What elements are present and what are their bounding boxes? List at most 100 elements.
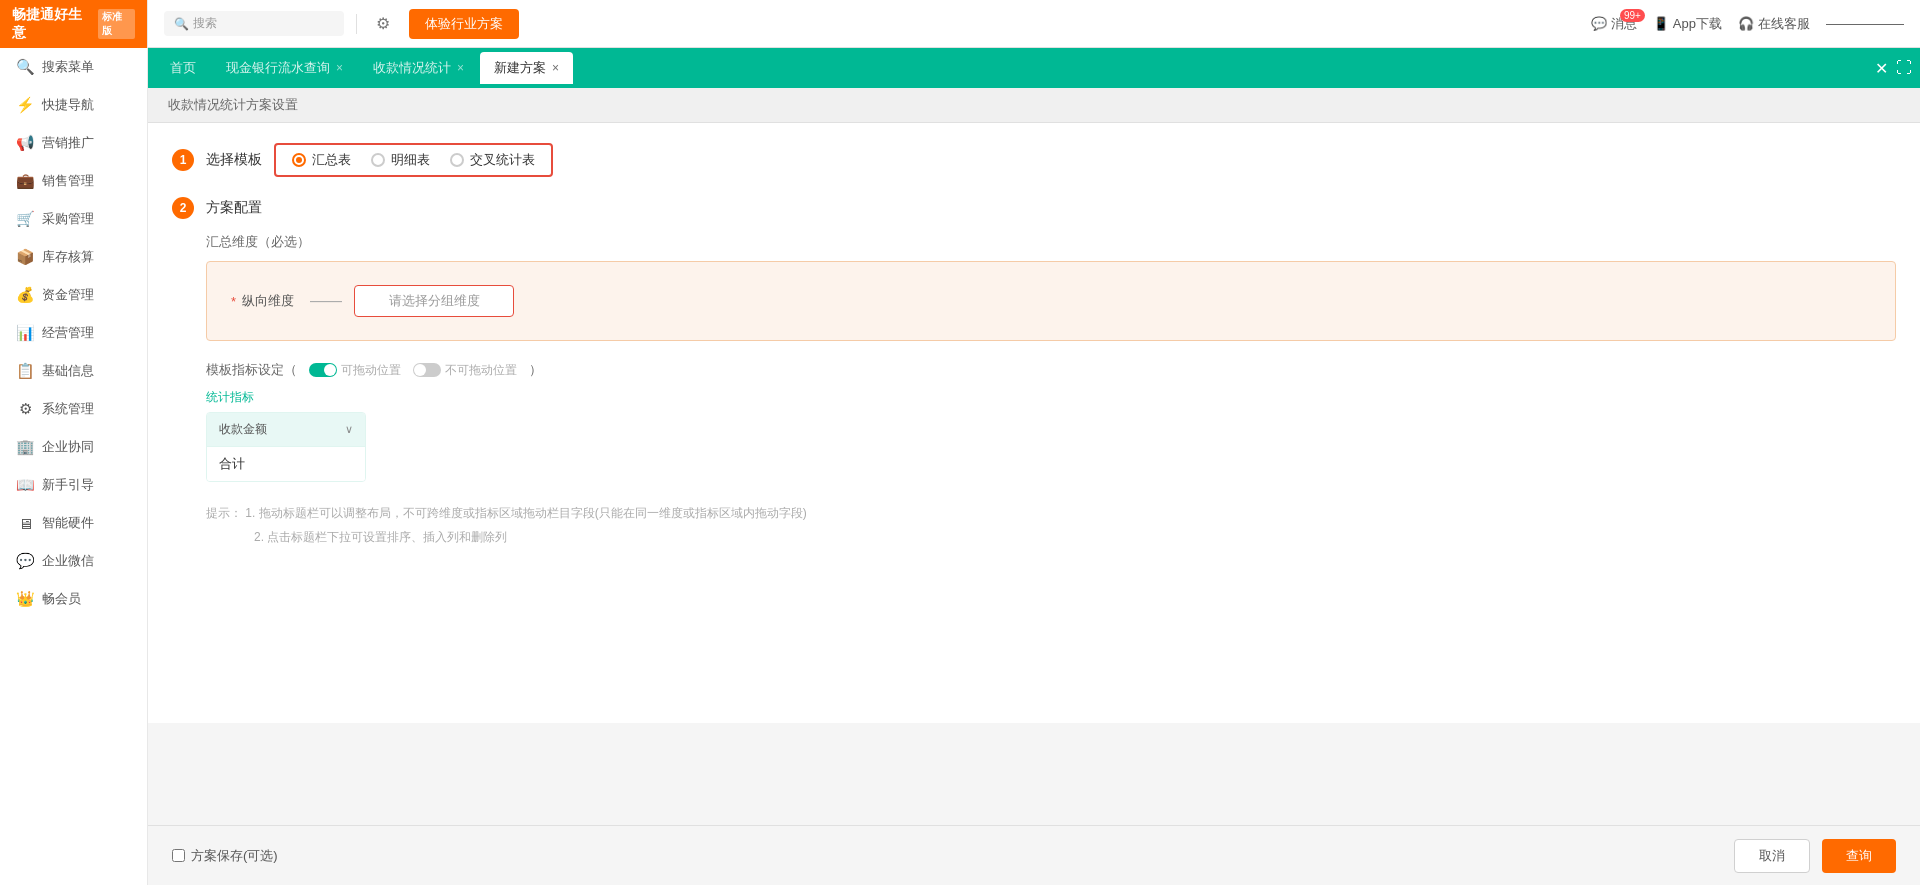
sidebar-label-1: 快捷导航 xyxy=(42,96,94,114)
save-checkbox-input[interactable] xyxy=(172,849,185,862)
draggable-switch[interactable] xyxy=(309,363,337,377)
topbar-right: 💬 消息 99+ 📱 App下载 🎧 在线客服 —————— xyxy=(1591,15,1904,33)
sidebar-item-14[interactable]: 👑 畅会员 xyxy=(0,580,147,618)
tab-close-3[interactable]: × xyxy=(552,61,559,75)
sidebar-item-6[interactable]: 💰 资金管理 xyxy=(0,276,147,314)
sidebar-item-1[interactable]: ⚡ 快捷导航 xyxy=(0,86,147,124)
maximize-icon[interactable]: ⛶ xyxy=(1896,59,1912,77)
tab-close-2[interactable]: × xyxy=(457,61,464,75)
radio-summary-circle xyxy=(292,153,306,167)
topbar: 🔍 搜索 ⚙ 体验行业方案 💬 消息 99+ 📱 App下载 🎧 在线客服 ——… xyxy=(148,0,1920,48)
radio-detail[interactable]: 明细表 xyxy=(371,151,430,169)
app-version: 标准版 xyxy=(98,9,135,39)
sidebar-item-12[interactable]: 🖥 智能硬件 xyxy=(0,504,147,542)
tab-item-2[interactable]: 收款情况统计 × xyxy=(359,52,478,84)
user-item[interactable]: —————— xyxy=(1826,16,1904,31)
step2-row: 2 方案配置 xyxy=(172,197,1896,219)
sidebar-label-13: 企业微信 xyxy=(42,552,94,570)
sidebar-item-7[interactable]: 📊 经营管理 xyxy=(0,314,147,352)
indicator-section: 模板指标设定（ 可拖动位置 不可拖动位置 ） 统计指标 xyxy=(206,361,1896,485)
sidebar-icon-5: 📦 xyxy=(16,248,34,266)
notification-badge: 99+ xyxy=(1620,9,1645,22)
user-label: —————— xyxy=(1826,16,1904,31)
sidebar-item-0[interactable]: 🔍 搜索菜单 xyxy=(0,48,147,86)
sidebar-label-10: 企业协同 xyxy=(42,438,94,456)
indicator-cell-total: 合计 xyxy=(207,446,365,481)
content-area: 收款情况统计方案设置 1 选择模板 汇总表 明细表 xyxy=(148,88,1920,825)
trial-button[interactable]: 体验行业方案 xyxy=(409,9,519,39)
radio-cross-circle xyxy=(450,153,464,167)
indicator-header[interactable]: 收款金额 ∨ xyxy=(207,413,365,446)
sidebar-item-13[interactable]: 💬 企业微信 xyxy=(0,542,147,580)
sidebar-item-10[interactable]: 🏢 企业协同 xyxy=(0,428,147,466)
radio-summary[interactable]: 汇总表 xyxy=(292,151,351,169)
sidebar-label-9: 系统管理 xyxy=(42,400,94,418)
tab-item-0[interactable]: 首页 xyxy=(156,52,210,84)
sidebar-icon-10: 🏢 xyxy=(16,438,34,456)
sidebar-icon-4: 🛒 xyxy=(16,210,34,228)
sidebar-icon-2: 📢 xyxy=(16,134,34,152)
tab-item-3[interactable]: 新建方案 × xyxy=(480,52,573,84)
sidebar-icon-12: 🖥 xyxy=(16,514,34,532)
arrow-icon: —— xyxy=(310,292,342,310)
footer-bar: 方案保存(可选) 取消 查询 xyxy=(148,825,1920,885)
sidebar-icon-6: 💰 xyxy=(16,286,34,304)
step1-label: 选择模板 xyxy=(206,151,262,169)
download-icon: 📱 xyxy=(1653,16,1669,31)
download-item[interactable]: 📱 App下载 xyxy=(1653,15,1722,33)
cancel-button[interactable]: 取消 xyxy=(1734,839,1810,873)
indicator-label-row: 模板指标设定（ 可拖动位置 不可拖动位置 ） xyxy=(206,361,1896,379)
sidebar-item-8[interactable]: 📋 基础信息 xyxy=(0,352,147,390)
main-area: 🔍 搜索 ⚙ 体验行业方案 💬 消息 99+ 📱 App下载 🎧 在线客服 ——… xyxy=(148,0,1920,885)
chevron-down-icon: ∨ xyxy=(345,423,353,436)
sidebar-logo: 畅捷通好生意 标准版 xyxy=(0,0,147,48)
step1-badge: 1 xyxy=(172,149,194,171)
tab-item-1[interactable]: 现金银行流水查询× xyxy=(212,52,357,84)
tab-label-2: 收款情况统计 xyxy=(373,59,451,77)
template-radio-group: 汇总表 明细表 交叉统计表 xyxy=(274,143,553,177)
topbar-search[interactable]: 🔍 搜索 xyxy=(164,11,344,36)
tab-label-0: 首页 xyxy=(170,59,196,77)
notification-item[interactable]: 💬 消息 99+ xyxy=(1591,15,1637,33)
sidebar-label-14: 畅会员 xyxy=(42,590,81,608)
sidebar-item-4[interactable]: 🛒 采购管理 xyxy=(0,200,147,238)
sidebar-item-9[interactable]: ⚙ 系统管理 xyxy=(0,390,147,428)
step2-label: 方案配置 xyxy=(206,199,262,217)
sidebar-item-5[interactable]: 📦 库存核算 xyxy=(0,238,147,276)
dimension-box: * 纵向维度 —— 请选择分组维度 xyxy=(206,261,1896,341)
support-item[interactable]: 🎧 在线客服 xyxy=(1738,15,1810,33)
tab-close-1[interactable]: × xyxy=(336,61,343,75)
sidebar: 畅捷通好生意 标准版 🔍 搜索菜单 ⚡ 快捷导航 📢 营销推广 💼 销售管理 🛒… xyxy=(0,0,148,885)
step1-row: 1 选择模板 汇总表 明细表 交叉统计表 xyxy=(172,143,1896,177)
sidebar-label-6: 资金管理 xyxy=(42,286,94,304)
save-checkbox[interactable]: 方案保存(可选) xyxy=(172,847,278,865)
sidebar-item-11[interactable]: 📖 新手引导 xyxy=(0,466,147,504)
indicator-header-text: 收款金额 xyxy=(219,421,267,438)
indicator-label-text: 模板指标设定（ xyxy=(206,361,297,379)
query-button[interactable]: 查询 xyxy=(1822,839,1896,873)
sidebar-item-2[interactable]: 📢 营销推广 xyxy=(0,124,147,162)
sidebar-label-11: 新手引导 xyxy=(42,476,94,494)
non-draggable-switch[interactable] xyxy=(413,363,441,377)
app-name: 畅捷通好生意 xyxy=(12,6,94,42)
draggable-label: 可拖动位置 xyxy=(341,362,401,379)
topbar-divider xyxy=(356,14,357,34)
radio-cross[interactable]: 交叉统计表 xyxy=(450,151,535,169)
sidebar-label-0: 搜索菜单 xyxy=(42,58,94,76)
footer-actions: 取消 查询 xyxy=(1734,839,1896,873)
draggable-toggle: 可拖动位置 xyxy=(309,362,401,379)
page-header: 收款情况统计方案设置 xyxy=(148,88,1920,123)
step2-section: 2 方案配置 汇总维度（必选） * 纵向维度 —— 请选择分组维度 模板指标设定… xyxy=(172,197,1896,549)
support-label: 在线客服 xyxy=(1758,15,1810,33)
tab-label-3: 新建方案 xyxy=(494,59,546,77)
settings-icon[interactable]: ⚙ xyxy=(369,10,397,38)
non-draggable-label: 不可拖动位置 xyxy=(445,362,517,379)
step2-badge: 2 xyxy=(172,197,194,219)
sidebar-label-12: 智能硬件 xyxy=(42,514,94,532)
sidebar-icon-13: 💬 xyxy=(16,552,34,570)
sidebar-icon-7: 📊 xyxy=(16,324,34,342)
sidebar-item-3[interactable]: 💼 销售管理 xyxy=(0,162,147,200)
close-window-icon[interactable]: ✕ xyxy=(1875,59,1888,78)
sidebar-label-2: 营销推广 xyxy=(42,134,94,152)
dimension-select-button[interactable]: 请选择分组维度 xyxy=(354,285,514,317)
